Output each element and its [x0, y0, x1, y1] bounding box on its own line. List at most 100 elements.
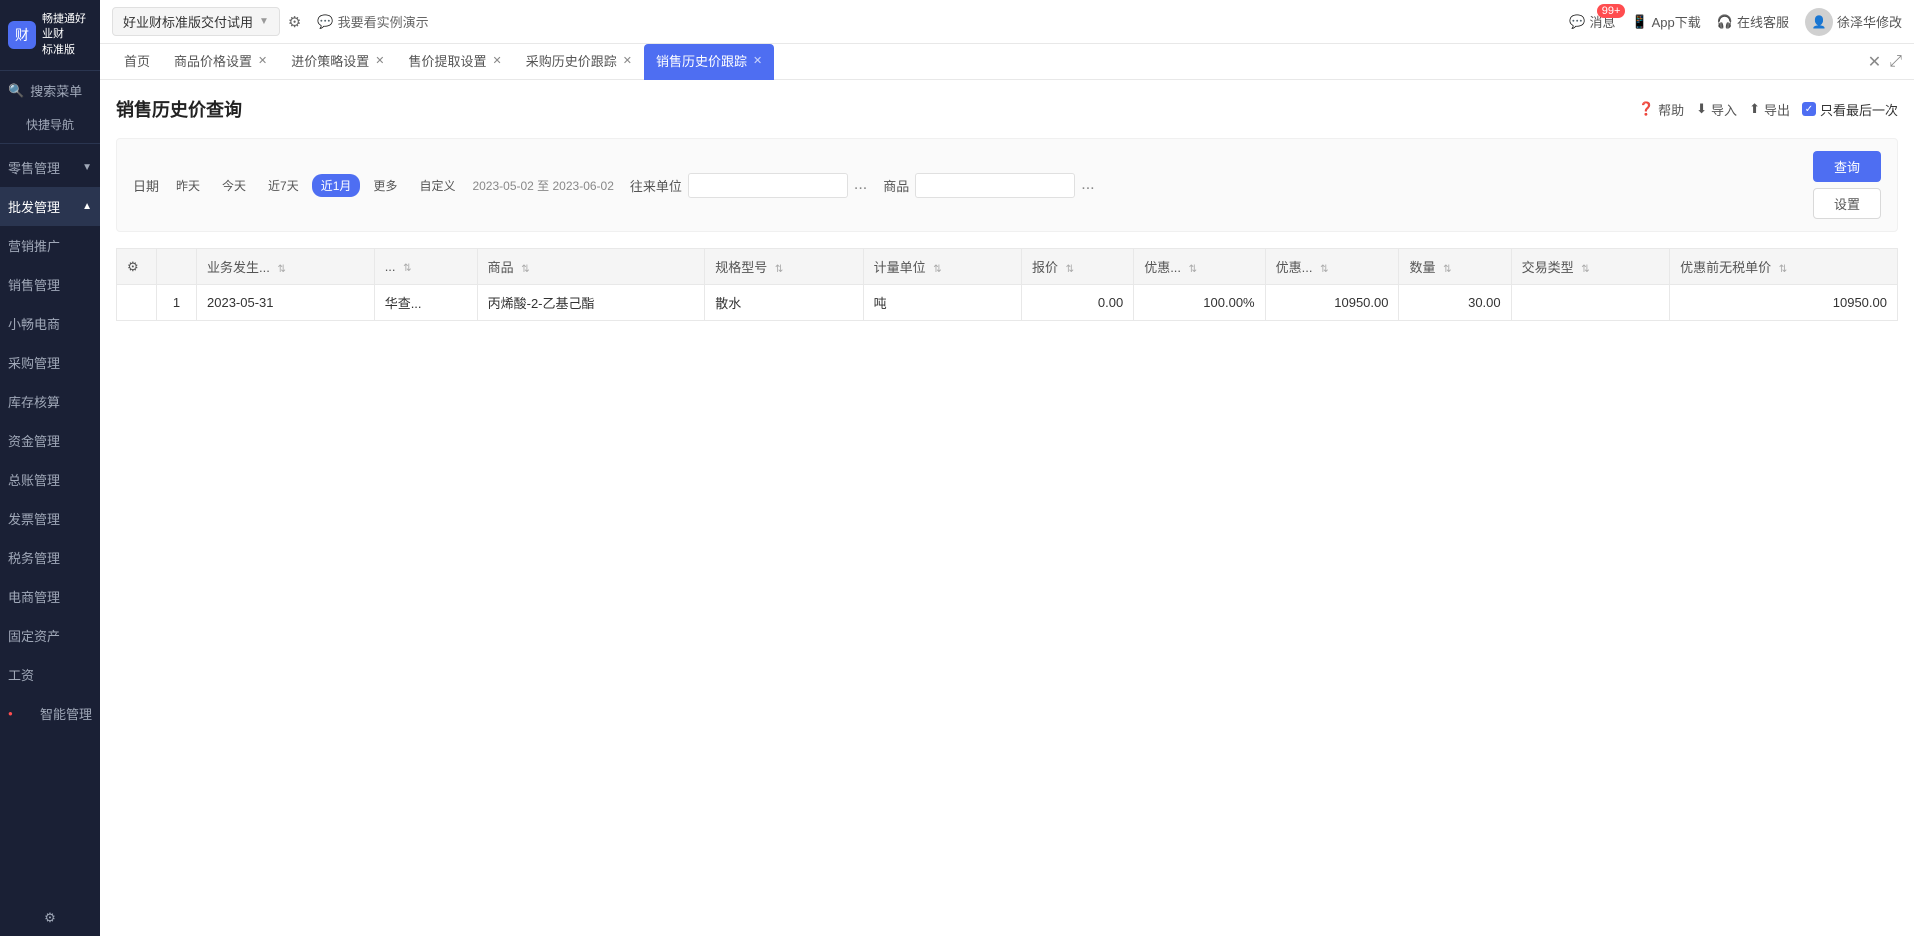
tab-price-label: 商品价格设置 [174, 51, 252, 70]
sidebar-item-wholesale[interactable]: 批发管理 ▲ [0, 187, 100, 226]
col-extra[interactable]: ... ⇅ [374, 249, 477, 285]
demo-label: 我要看实例演示 [338, 12, 429, 31]
last-only-checkbox-label[interactable]: ✓ 只看最后一次 [1802, 100, 1898, 119]
col-goods[interactable]: 商品 ⇅ [477, 249, 705, 285]
sidebar-search[interactable]: 🔍 搜索菜单 [0, 71, 100, 110]
col-quantity[interactable]: 数量 ⇅ [1399, 249, 1511, 285]
sidebar-item-smart[interactable]: ● 智能管理 [0, 694, 100, 733]
export-button[interactable]: ⬆ 导出 [1749, 100, 1790, 119]
close-icon[interactable]: ✕ [375, 54, 384, 67]
last1m-btn[interactable]: 近1月 [312, 174, 361, 197]
search-icon: 🔍 [8, 83, 24, 99]
tab-price[interactable]: 商品价格设置 ✕ [162, 44, 279, 80]
filter-bar: 日期 昨天 今天 近7天 近1月 更多 自定义 2023-05-02 至 202… [116, 138, 1898, 232]
supplier-filter-group: 往来单位 ... [630, 173, 867, 198]
export-label: 导出 [1764, 100, 1790, 119]
row-discount-price-cell: 10950.00 [1265, 285, 1399, 321]
product-selector[interactable]: 好业财标准版交付试用 ▼ [112, 7, 280, 36]
tab-purchase-history-label: 采购历史价跟踪 [526, 51, 617, 70]
maximize-window-button[interactable]: ⤢ [1889, 53, 1902, 71]
last-only-label: 只看最后一次 [1820, 100, 1898, 119]
col-spec[interactable]: 规格型号 ⇅ [705, 249, 863, 285]
messages-button[interactable]: 💬 消息 99+ [1569, 12, 1615, 31]
data-table: ⚙ 业务发生... ⇅ ... ⇅ 商品 ⇅ [116, 248, 1898, 321]
sort-icon: ⇅ [933, 264, 941, 275]
app-download-button[interactable]: 📱 App下载 [1631, 12, 1700, 31]
help-button[interactable]: ❓ 帮助 [1638, 100, 1684, 119]
sidebar-item-ecommerce[interactable]: 电商管理 [0, 577, 100, 616]
close-icon[interactable]: ✕ [258, 54, 267, 67]
chevron-up-icon: ▲ [82, 201, 92, 212]
tab-home-label: 首页 [124, 51, 150, 70]
tab-sale-history[interactable]: 销售历史价跟踪 ✕ [644, 44, 774, 80]
sidebar-item-salary[interactable]: 工资 [0, 655, 100, 694]
import-button[interactable]: ⬇ 导入 [1696, 100, 1737, 119]
export-icon: ⬆ [1749, 101, 1760, 117]
app-download-label: App下载 [1652, 12, 1701, 31]
date-buttons: 昨天 今天 近7天 近1月 更多 自定义 [167, 174, 464, 197]
col-bizdate[interactable]: 业务发生... ⇅ [197, 249, 375, 285]
sidebar-item-retail[interactable]: 零售管理 ▼ [0, 148, 100, 187]
gear-icon: ⚙ [44, 910, 56, 926]
col-discount-rate[interactable]: 优惠... ⇅ [1134, 249, 1265, 285]
close-icon[interactable]: ✕ [753, 54, 762, 67]
message-badge: 99+ [1597, 4, 1626, 18]
goods-dots[interactable]: ... [1081, 176, 1094, 194]
sidebar-item-finance[interactable]: 资金管理 [0, 421, 100, 460]
demo-button[interactable]: 💬 我要看实例演示 [317, 12, 428, 31]
topbar-gear-button[interactable]: ⚙ [288, 13, 301, 31]
tab-sale-extract[interactable]: 售价提取设置 ✕ [396, 44, 513, 80]
avatar: 👤 [1805, 8, 1833, 36]
col-pretax-price[interactable]: 优惠前无税单价 ⇅ [1670, 249, 1898, 285]
main-area: 好业财标准版交付试用 ▼ ⚙ 💬 我要看实例演示 💬 消息 99+ 📱 App下… [100, 0, 1914, 936]
tab-purchase-history[interactable]: 采购历史价跟踪 ✕ [514, 44, 644, 80]
sort-icon: ⇅ [1066, 264, 1074, 275]
data-table-container: ⚙ 业务发生... ⇅ ... ⇅ 商品 ⇅ [116, 248, 1898, 321]
supplier-dots[interactable]: ... [854, 176, 867, 194]
online-service-button[interactable]: 🎧 在线客服 [1717, 12, 1789, 31]
row-bizdate-cell: 2023-05-31 [197, 285, 375, 321]
page-actions: ❓ 帮助 ⬇ 导入 ⬆ 导出 ✓ 只看最后一次 [1638, 100, 1898, 119]
col-settings[interactable]: ⚙ [117, 249, 157, 285]
sidebar-item-tax[interactable]: 税务管理 [0, 538, 100, 577]
sidebar-item-assets[interactable]: 固定资产 [0, 616, 100, 655]
supplier-input[interactable] [688, 173, 848, 198]
tab-home[interactable]: 首页 [112, 44, 162, 80]
sort-icon: ⇅ [1443, 264, 1451, 275]
settings-button[interactable]: 设置 [1813, 188, 1881, 219]
sidebar-item-ecommerce-small[interactable]: 小畅电商 [0, 304, 100, 343]
col-trans-type[interactable]: 交易类型 ⇅ [1511, 249, 1669, 285]
sidebar-item-general-ledger[interactable]: 总账管理 [0, 460, 100, 499]
close-icon[interactable]: ✕ [623, 54, 632, 67]
query-button[interactable]: 查询 [1813, 151, 1881, 182]
sidebar-item-sales[interactable]: 销售管理 [0, 265, 100, 304]
sort-icon: ⇅ [1779, 264, 1787, 275]
user-menu-button[interactable]: 👤 徐泽华修改 [1805, 8, 1902, 36]
last-only-checkbox[interactable]: ✓ [1802, 102, 1816, 116]
yesterday-btn[interactable]: 昨天 [167, 174, 209, 197]
table-row: 1 2023-05-31 华查... 丙烯酸-2-乙基己酯 散水 [117, 285, 1898, 321]
sidebar-item-invoice[interactable]: 发票管理 [0, 499, 100, 538]
goods-filter-label: 商品 [883, 176, 909, 195]
col-price[interactable]: 报价 ⇅ [1022, 249, 1134, 285]
table-header-row: ⚙ 业务发生... ⇅ ... ⇅ 商品 ⇅ [117, 249, 1898, 285]
custom-btn[interactable]: 自定义 [410, 174, 464, 197]
close-window-button[interactable]: ✕ [1868, 52, 1881, 72]
sidebar-item-marketing[interactable]: 营销推广 [0, 226, 100, 265]
gear-icon: ⚙ [288, 14, 301, 31]
col-discount-price[interactable]: 优惠... ⇅ [1265, 249, 1399, 285]
sidebar-settings-button[interactable]: ⚙ [0, 900, 100, 936]
sidebar-item-inventory[interactable]: 库存核算 [0, 382, 100, 421]
chevron-down-icon: ▼ [82, 162, 92, 173]
sidebar-quick-nav[interactable]: 快捷导航 [0, 110, 100, 139]
tab-purchase-strategy[interactable]: 进价策略设置 ✕ [279, 44, 396, 80]
sidebar-item-purchase[interactable]: 采购管理 [0, 343, 100, 382]
more-btn[interactable]: 更多 [364, 174, 406, 197]
sort-icon: ⇅ [1581, 264, 1589, 275]
today-btn[interactable]: 今天 [213, 174, 255, 197]
last7-btn[interactable]: 近7天 [259, 174, 308, 197]
goods-input[interactable] [915, 173, 1075, 198]
tab-sale-history-label: 销售历史价跟踪 [656, 51, 747, 70]
close-icon[interactable]: ✕ [493, 54, 502, 67]
col-unit[interactable]: 计量单位 ⇅ [863, 249, 1021, 285]
